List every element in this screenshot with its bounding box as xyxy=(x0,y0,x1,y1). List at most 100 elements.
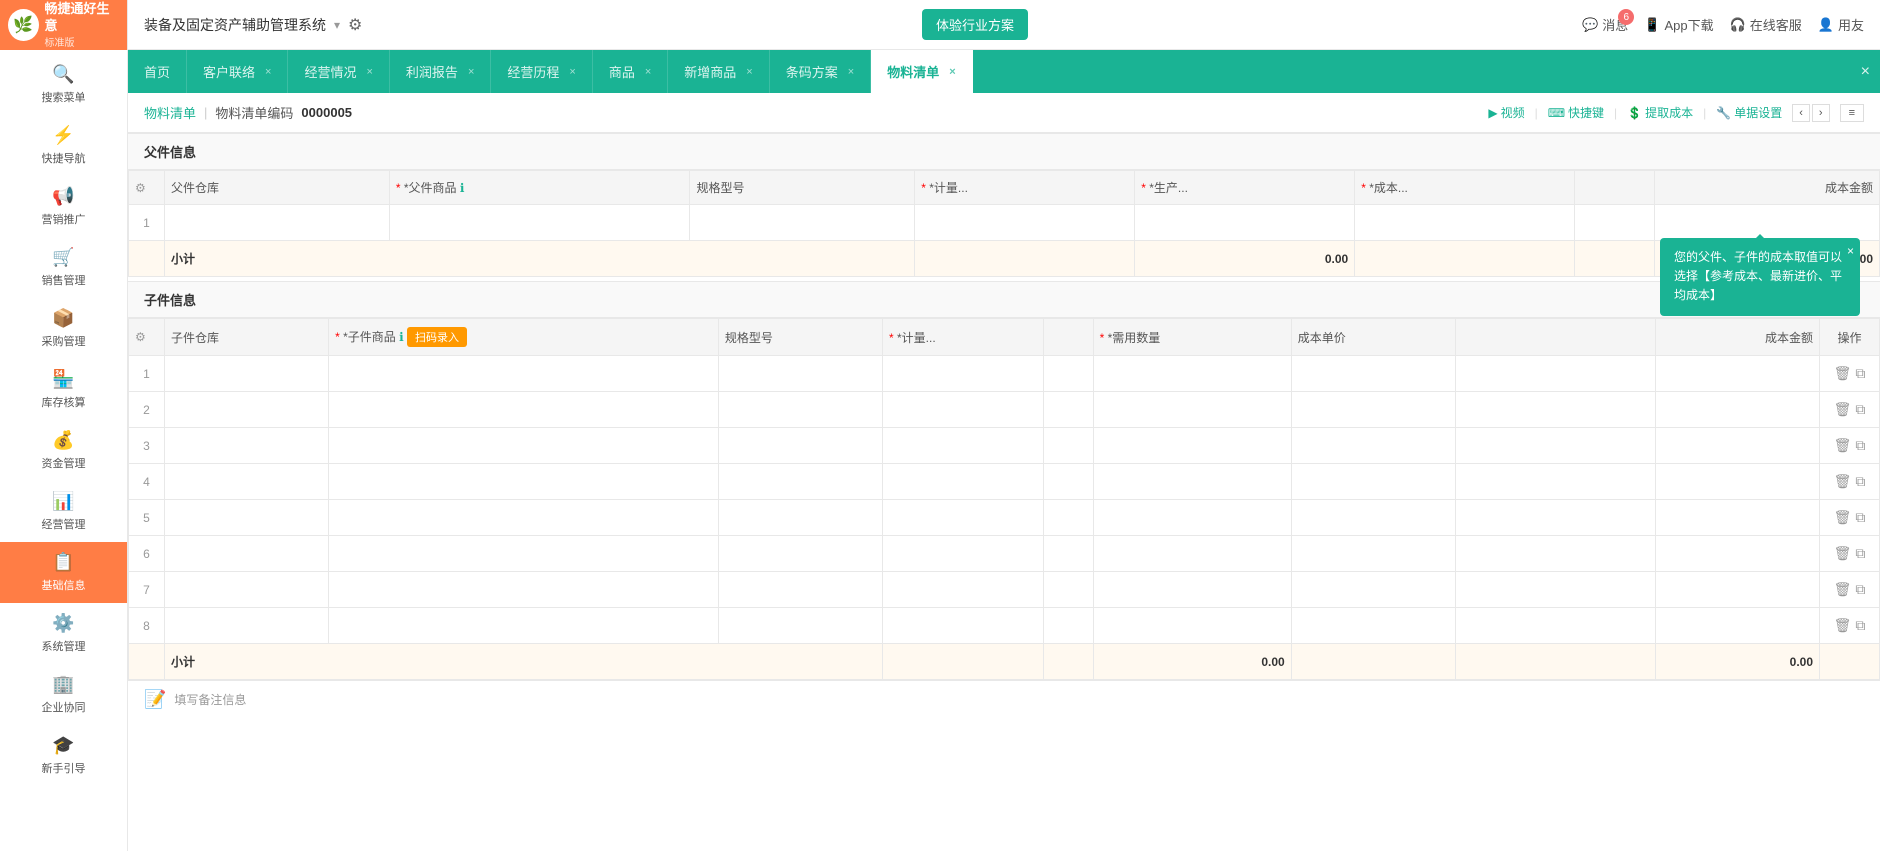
parent-cell-unit-1[interactable] xyxy=(915,205,1135,241)
child-cell-qty-2[interactable] xyxy=(1093,392,1291,428)
tab-bom-close[interactable]: × xyxy=(949,66,955,78)
child-cell-qty-1[interactable] xyxy=(1093,356,1291,392)
tab-new-goods-close[interactable]: × xyxy=(746,66,752,78)
sidebar-item-purchase[interactable]: 📦 采购管理 xyxy=(0,298,127,359)
sidebar-item-quick-nav[interactable]: ⚡ 快捷导航 xyxy=(0,115,127,176)
sidebar-item-guide[interactable]: 🎓 新手引导 xyxy=(0,725,127,786)
delete-icon-7[interactable]: 🗑 xyxy=(1834,581,1852,598)
delete-icon-2[interactable]: 🗑 xyxy=(1834,401,1852,418)
child-cell-qty-7[interactable] xyxy=(1093,572,1291,608)
tab-home[interactable]: 首页 xyxy=(128,50,187,93)
copy-icon-8[interactable]: ⧉ xyxy=(1855,617,1865,634)
tab-profit-close[interactable]: × xyxy=(468,66,474,78)
tab-goods-close[interactable]: × xyxy=(645,66,651,78)
sidebar-item-search[interactable]: 🔍 搜索菜单 xyxy=(0,54,127,115)
child-cell-warehouse-5[interactable] xyxy=(165,500,329,536)
tab-profit[interactable]: 利润报告 × xyxy=(390,50,491,93)
child-cell-warehouse-2[interactable] xyxy=(165,392,329,428)
next-record-btn[interactable]: › xyxy=(1812,104,1830,122)
child-cell-warehouse-6[interactable] xyxy=(165,536,329,572)
child-cell-product-7[interactable] xyxy=(329,572,719,608)
child-cell-unit-cost-5[interactable] xyxy=(1291,500,1455,536)
prev-record-btn[interactable]: ‹ xyxy=(1792,104,1810,122)
view-video-btn[interactable]: ▶ 视频 xyxy=(1488,104,1524,121)
child-cell-unit-5[interactable] xyxy=(883,500,1044,536)
copy-icon-4[interactable]: ⧉ xyxy=(1855,473,1865,490)
child-cell-qty-3[interactable] xyxy=(1093,428,1291,464)
delete-icon-3[interactable]: 🗑 xyxy=(1834,437,1852,454)
child-cell-warehouse-8[interactable] xyxy=(165,608,329,644)
tab-customers[interactable]: 客户联络 × xyxy=(187,50,288,93)
parent-cell-warehouse-1[interactable] xyxy=(165,205,390,241)
sidebar-item-basic-info[interactable]: 📋 基础信息 xyxy=(0,542,127,603)
child-cell-unit-1[interactable] xyxy=(883,356,1044,392)
copy-icon-6[interactable]: ⧉ xyxy=(1855,545,1865,562)
copy-icon-5[interactable]: ⧉ xyxy=(1855,509,1865,526)
notes-hint[interactable]: 填写备注信息 xyxy=(174,691,246,708)
child-cell-unit-4[interactable] xyxy=(883,464,1044,500)
child-cell-unit-cost-2[interactable] xyxy=(1291,392,1455,428)
copy-icon-3[interactable]: ⧉ xyxy=(1855,437,1865,454)
copy-icon-2[interactable]: ⧉ xyxy=(1855,401,1865,418)
child-cell-product-4[interactable] xyxy=(329,464,719,500)
experience-btn[interactable]: 体验行业方案 xyxy=(922,9,1028,40)
shortcut-btn[interactable]: ⌨ 快捷键 xyxy=(1548,104,1604,121)
table-settings-icon[interactable]: ⚙ xyxy=(135,181,146,195)
child-cell-spec-8[interactable] xyxy=(718,608,882,644)
sidebar-item-marketing[interactable]: 📢 营销推广 xyxy=(0,176,127,237)
tab-new-goods[interactable]: 新增商品 × xyxy=(668,50,769,93)
child-cell-warehouse-1[interactable] xyxy=(165,356,329,392)
child-cell-product-3[interactable] xyxy=(329,428,719,464)
child-cell-spec-4[interactable] xyxy=(718,464,882,500)
sidebar-item-enterprise[interactable]: 🏢 企业协同 xyxy=(0,664,127,725)
sidebar-item-inventory[interactable]: 🏪 库存核算 xyxy=(0,359,127,420)
tab-barcode-close[interactable]: × xyxy=(848,66,854,78)
child-cell-spec-3[interactable] xyxy=(718,428,882,464)
app-download-btn[interactable]: 📱 App下载 xyxy=(1644,15,1713,34)
sidebar-item-system[interactable]: ⚙️ 系统管理 xyxy=(0,603,127,664)
child-cell-product-6[interactable] xyxy=(329,536,719,572)
child-cell-product-5[interactable] xyxy=(329,500,719,536)
message-btn[interactable]: 💬 6 消息 xyxy=(1582,15,1628,34)
child-cell-spec-5[interactable] xyxy=(718,500,882,536)
tab-operations-close[interactable]: × xyxy=(366,66,372,78)
child-cell-qty-6[interactable] xyxy=(1093,536,1291,572)
close-all-tabs-btn[interactable]: × xyxy=(1851,51,1880,93)
parent-cell-product-1[interactable] xyxy=(389,205,690,241)
child-cell-qty-4[interactable] xyxy=(1093,464,1291,500)
user-btn[interactable]: 👤 用友 xyxy=(1818,15,1864,34)
delete-icon-8[interactable]: 🗑 xyxy=(1834,617,1852,634)
dropdown-arrow-icon[interactable]: ▾ xyxy=(334,18,340,32)
child-cell-qty-8[interactable] xyxy=(1093,608,1291,644)
tab-goods[interactable]: 商品 × xyxy=(593,50,668,93)
tab-operations[interactable]: 经营情况 × xyxy=(288,50,389,93)
child-product-info-icon[interactable]: ℹ xyxy=(399,330,404,344)
child-cell-spec-6[interactable] xyxy=(718,536,882,572)
child-cell-unit-2[interactable] xyxy=(883,392,1044,428)
sidebar-item-operations[interactable]: 📊 经营管理 xyxy=(0,481,127,542)
tab-barcode[interactable]: 条码方案 × xyxy=(770,50,871,93)
child-cell-product-1[interactable] xyxy=(329,356,719,392)
child-cell-unit-cost-3[interactable] xyxy=(1291,428,1455,464)
child-cell-product-8[interactable] xyxy=(329,608,719,644)
delete-icon-1[interactable]: 🗑 xyxy=(1834,365,1852,382)
child-cell-spec-7[interactable] xyxy=(718,572,882,608)
child-cell-unit-8[interactable] xyxy=(883,608,1044,644)
tab-history[interactable]: 经营历程 × xyxy=(491,50,592,93)
child-cell-warehouse-4[interactable] xyxy=(165,464,329,500)
child-cell-unit-cost-6[interactable] xyxy=(1291,536,1455,572)
settings-icon[interactable]: ⚙ xyxy=(348,15,368,35)
child-cell-unit-6[interactable] xyxy=(883,536,1044,572)
extract-cost-btn[interactable]: 💲 提取成本 xyxy=(1627,104,1693,121)
single-settings-btn[interactable]: 🔧 单据设置 xyxy=(1716,104,1782,121)
online-service-btn[interactable]: 🎧 在线客服 xyxy=(1730,15,1802,34)
parent-cell-spec-1[interactable] xyxy=(690,205,915,241)
sidebar-item-sales[interactable]: 🛒 销售管理 xyxy=(0,237,127,298)
child-cell-qty-5[interactable] xyxy=(1093,500,1291,536)
tab-bom[interactable]: 物料清单 × xyxy=(871,50,972,93)
breadcrumb-bom[interactable]: 物料清单 xyxy=(144,103,196,122)
child-cell-unit-cost-8[interactable] xyxy=(1291,608,1455,644)
parent-cell-cost-1[interactable] xyxy=(1355,205,1575,241)
tab-customers-close[interactable]: × xyxy=(265,66,271,78)
sidebar-item-finance[interactable]: 💰 资金管理 xyxy=(0,420,127,481)
